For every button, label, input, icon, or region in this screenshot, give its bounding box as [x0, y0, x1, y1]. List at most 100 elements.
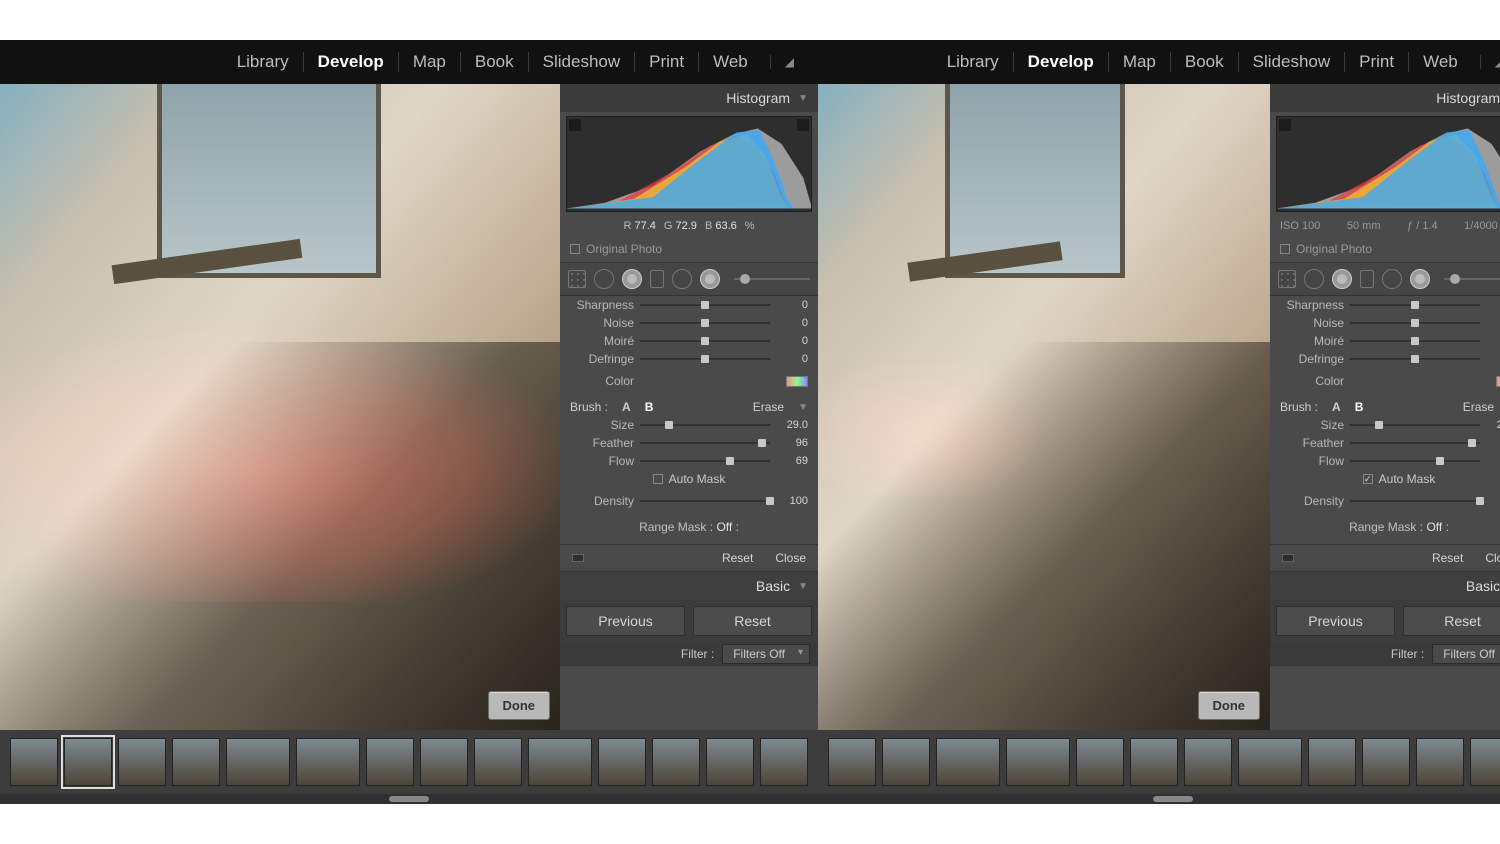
noise-slider[interactable] [640, 322, 770, 324]
module-print[interactable]: Print [634, 52, 698, 72]
graduated-tool-icon[interactable] [650, 270, 664, 288]
flow-slider[interactable] [640, 460, 770, 462]
spot-tool-icon[interactable] [1304, 269, 1324, 289]
module-web[interactable]: Web [698, 52, 762, 72]
filmstrip-scrollbar[interactable] [0, 794, 818, 804]
crop-tool-icon[interactable] [568, 270, 586, 288]
crop-tool-icon[interactable] [1278, 270, 1296, 288]
thumb[interactable] [296, 738, 360, 786]
thumb-selected[interactable] [64, 738, 112, 786]
previous-button[interactable]: Previous [566, 606, 685, 636]
filmstrip[interactable] [818, 730, 1500, 794]
thumb[interactable] [420, 738, 468, 786]
size-slider[interactable] [640, 424, 770, 426]
image-canvas[interactable]: Done [818, 84, 1270, 730]
moire-slider[interactable] [640, 340, 770, 342]
histogram[interactable] [1276, 116, 1500, 212]
density-slider[interactable] [1350, 500, 1480, 502]
range-mask-row[interactable]: Range Mask : Off : [560, 510, 818, 544]
color-swatch[interactable] [786, 376, 808, 387]
radial-tool-icon[interactable] [672, 269, 692, 289]
module-library[interactable]: Library [223, 52, 303, 72]
brush-tool-icon[interactable] [700, 269, 720, 289]
module-map[interactable]: Map [398, 52, 460, 72]
automask-toggle[interactable]: ✓Auto Mask [1270, 470, 1500, 492]
thumb[interactable] [118, 738, 166, 786]
module-print[interactable]: Print [1344, 52, 1408, 72]
reset-all-button[interactable]: Reset [1403, 606, 1500, 636]
histogram-header[interactable]: Histogram▼ [1270, 84, 1500, 112]
thumb[interactable] [1076, 738, 1124, 786]
noise-slider[interactable] [1350, 322, 1480, 324]
sharpness-slider[interactable] [640, 304, 770, 306]
tool-size-slider[interactable] [734, 278, 810, 280]
image-canvas[interactable]: Done [0, 84, 560, 730]
thumb[interactable] [936, 738, 1000, 786]
thumb[interactable] [882, 738, 930, 786]
feather-slider[interactable] [1350, 442, 1480, 444]
thumb[interactable] [1470, 738, 1500, 786]
thumb[interactable] [828, 738, 876, 786]
density-slider[interactable] [640, 500, 770, 502]
done-button[interactable]: Done [1198, 691, 1261, 720]
graduated-tool-icon[interactable] [1360, 270, 1374, 288]
module-book[interactable]: Book [460, 52, 528, 72]
thumb[interactable] [1184, 738, 1232, 786]
brush-a[interactable]: A [622, 400, 631, 414]
thumb[interactable] [226, 738, 290, 786]
thumb[interactable] [366, 738, 414, 786]
thumb[interactable] [1308, 738, 1356, 786]
basic-header[interactable]: Basic▼ [560, 572, 818, 600]
done-button[interactable]: Done [488, 691, 551, 720]
thumb[interactable] [1130, 738, 1178, 786]
radial-tool-icon[interactable] [1382, 269, 1402, 289]
brush-b[interactable]: B [645, 400, 654, 414]
chevron-down-icon[interactable]: ▼ [798, 402, 808, 413]
thumb[interactable] [1006, 738, 1070, 786]
redeye-tool-icon[interactable] [1332, 269, 1352, 289]
basic-header[interactable]: Basic▼ [1270, 572, 1500, 600]
module-slideshow[interactable]: Slideshow [1238, 52, 1345, 72]
defringe-slider[interactable] [1350, 358, 1480, 360]
module-overflow-icon[interactable]: ◢ [1480, 55, 1500, 69]
thumb[interactable] [760, 738, 808, 786]
sharpness-slider[interactable] [1350, 304, 1480, 306]
reset-button[interactable]: Reset [1432, 551, 1463, 565]
original-photo-toggle[interactable]: Original Photo [560, 236, 818, 262]
module-web[interactable]: Web [1408, 52, 1472, 72]
brush-b[interactable]: B [1355, 400, 1364, 414]
brush-tool-icon[interactable] [1410, 269, 1430, 289]
module-library[interactable]: Library [933, 52, 1013, 72]
moire-slider[interactable] [1350, 340, 1480, 342]
close-button[interactable]: Close [1485, 551, 1500, 565]
module-slideshow[interactable]: Slideshow [528, 52, 635, 72]
histogram[interactable] [566, 116, 812, 212]
thumb[interactable] [706, 738, 754, 786]
filter-dropdown[interactable]: Filters Off [1432, 644, 1500, 664]
close-button[interactable]: Close [775, 551, 806, 565]
brush-a[interactable]: A [1332, 400, 1341, 414]
thumb[interactable] [1416, 738, 1464, 786]
module-map[interactable]: Map [1108, 52, 1170, 72]
original-photo-toggle[interactable]: Original Photo [1270, 236, 1500, 262]
module-develop[interactable]: Develop [303, 52, 398, 72]
automask-toggle[interactable]: Auto Mask [560, 470, 818, 492]
brush-erase[interactable]: Erase [1463, 400, 1494, 414]
thumb[interactable] [528, 738, 592, 786]
flow-slider[interactable] [1350, 460, 1480, 462]
previous-button[interactable]: Previous [1276, 606, 1395, 636]
thumb[interactable] [474, 738, 522, 786]
tool-size-slider[interactable] [1444, 278, 1500, 280]
filmstrip[interactable] [0, 730, 818, 794]
filmstrip-scrollbar[interactable] [818, 794, 1500, 804]
color-swatch[interactable] [1496, 376, 1500, 387]
reset-button[interactable]: Reset [722, 551, 753, 565]
panel-switch-icon[interactable] [572, 554, 584, 562]
filter-dropdown[interactable]: Filters Off [722, 644, 810, 664]
module-book[interactable]: Book [1170, 52, 1238, 72]
feather-slider[interactable] [640, 442, 770, 444]
histogram-header[interactable]: Histogram▼ [560, 84, 818, 112]
size-slider[interactable] [1350, 424, 1480, 426]
range-mask-row[interactable]: Range Mask : Off : [1270, 510, 1500, 544]
module-develop[interactable]: Develop [1013, 52, 1108, 72]
